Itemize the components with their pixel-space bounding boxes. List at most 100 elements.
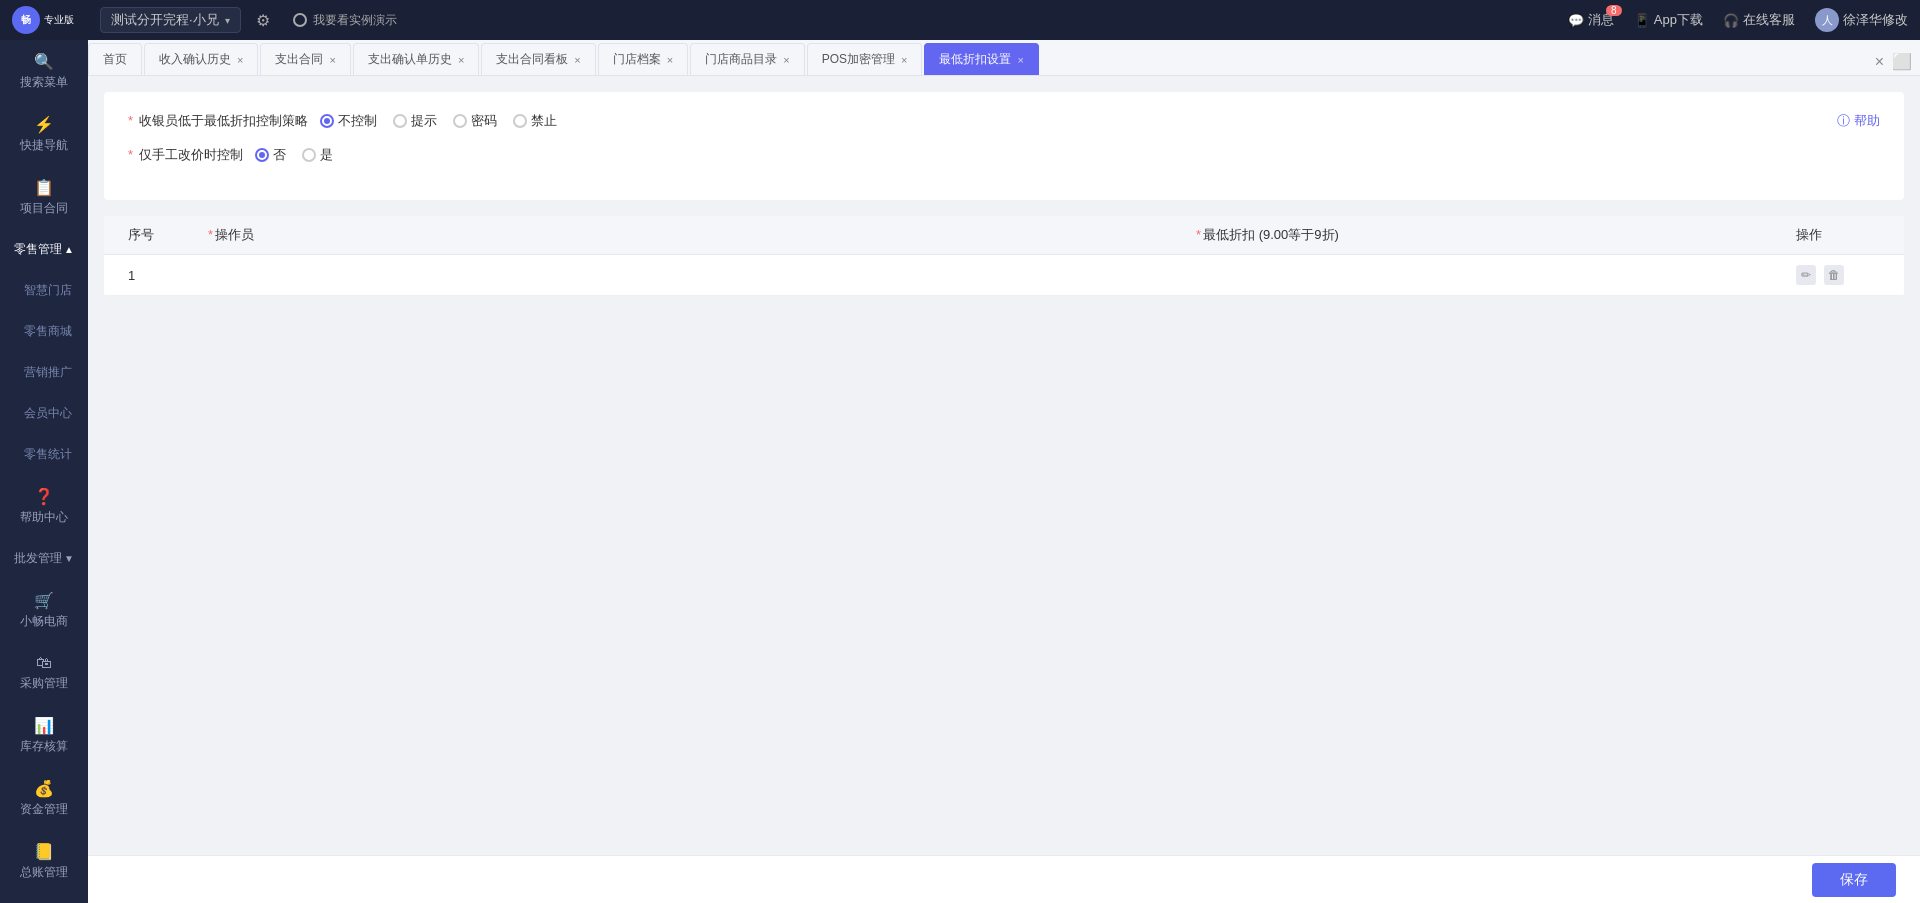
main-layout: 🔍 搜索菜单 ⚡ 快捷导航 📋 项目合同 零售管理 ▲ 智慧门店 零售商城 营销… [0,40,1920,903]
demo-icon [293,13,307,27]
close-icon[interactable]: × [667,54,673,66]
close-icon[interactable]: × [329,54,335,66]
sidebar-item-smart-store[interactable]: 智慧门店 [0,270,88,311]
radio-circle [302,148,316,162]
download-icon: 📱 [1634,13,1650,28]
demo-link[interactable]: 我要看实例演示 [293,12,397,29]
discount-control-label: * 收银员低于最低折扣控制策略 [128,112,308,130]
tab-expense-contract[interactable]: 支出合同 × [260,43,350,75]
cell-operator [200,255,1188,295]
sidebar-item-help[interactable]: ❓ 帮助中心 [0,475,88,538]
tab-min-discount[interactable]: 最低折扣设置 × [924,43,1038,75]
cell-seq: 1 [120,255,200,295]
sidebar-item-retail-stats[interactable]: 零售统计 [0,434,88,475]
radio-no-control[interactable]: 不控制 [320,112,377,130]
header-right: 💬 消息 8 📱 App下载 🎧 在线客服 人 徐泽华修改 [1568,8,1908,32]
radio-no[interactable]: 否 [255,146,286,164]
online-service-button[interactable]: 🎧 在线客服 [1723,11,1795,29]
chevron-down-icon: ▾ [225,15,230,26]
delete-button[interactable]: 🗑 [1824,265,1844,285]
sidebar-item-search[interactable]: 🔍 搜索菜单 [0,40,88,103]
logo-text: 专业版 [44,14,74,26]
close-icon[interactable]: × [901,54,907,66]
message-icon: 💬 [1568,13,1584,28]
inventory-icon: 📊 [34,716,54,735]
close-icon[interactable]: × [783,54,789,66]
radio-yes[interactable]: 是 [302,146,333,164]
tab-expense-board[interactable]: 支出合同看板 × [481,43,595,75]
tab-bar: 首页 收入确认历史 × 支出合同 × 支出确认单历史 × 支出合同看板 × 门店… [88,40,1920,76]
tab-expense-confirm[interactable]: 支出确认单历史 × [353,43,479,75]
manual-control-label: * 仅手工改价时控制 [128,146,243,164]
sidebar-item-wholesale[interactable]: 批发管理 ▼ [0,538,88,579]
required-star: * [208,227,213,242]
sidebar-item-retail[interactable]: 零售管理 ▲ [0,229,88,270]
tab-store-goods[interactable]: 门店商品目录 × [690,43,804,75]
sidebar-item-label: 帮助中心 [20,509,68,526]
edit-button[interactable]: ✏ [1796,265,1816,285]
sidebar-item-label: 会员中心 [24,405,72,422]
radio-circle [320,114,334,128]
messages-button[interactable]: 💬 消息 8 [1568,11,1614,29]
required-star: * [1196,227,1201,242]
cell-discount [1188,255,1788,295]
sidebar-item-finance[interactable]: 💰 资金管理 [0,767,88,830]
required-star: * [128,147,133,162]
user-menu[interactable]: 人 徐泽华修改 [1815,8,1908,32]
table-header: 序号 *操作员 *最低折扣 (9.00等于9折) 操作 [104,216,1904,255]
manual-control-options: 否 是 [255,146,333,164]
col-header-seq: 序号 [120,216,200,254]
sidebar-item-label: 总账管理 [20,864,68,881]
radio-circle [393,114,407,128]
sidebar-item-label: 批发管理 [14,550,62,567]
sidebar-item-label: 资金管理 [20,801,68,818]
radio-password[interactable]: 密码 [453,112,497,130]
col-header-operator: *操作员 [200,216,1188,254]
sidebar-item-purchase[interactable]: 🛍 采购管理 [0,642,88,704]
sidebar-item-invoice[interactable]: 🧾 发票管理 [0,893,88,903]
page-footer: 保存 [88,855,1920,903]
sidebar-item-label: 项目合同 [20,200,68,217]
chevron-up-icon: ▲ [64,244,74,255]
project-selector[interactable]: 测试分开完程·小兄 ▾ [100,7,241,33]
help-circle-icon: ⓘ [1837,112,1850,130]
sidebar-item-retail-mall[interactable]: 零售商城 [0,311,88,352]
close-icon[interactable]: × [458,54,464,66]
sidebar-item-marketing[interactable]: 营销推广 [0,352,88,393]
chevron-down-icon: ▼ [64,553,74,564]
tab-home[interactable]: 首页 [88,43,142,75]
radio-forbid[interactable]: 禁止 [513,112,557,130]
sidebar-item-label: 采购管理 [20,675,68,692]
service-icon: 🎧 [1723,13,1739,28]
close-icon[interactable]: × [237,54,243,66]
sidebar-item-nav[interactable]: ⚡ 快捷导航 [0,103,88,166]
contract-icon: 📋 [34,178,54,197]
settings-button[interactable]: ⚙ [249,6,277,34]
close-tab-button[interactable]: × [1875,53,1884,71]
sidebar-item-ledger[interactable]: 📒 总账管理 [0,830,88,893]
col-header-discount: *最低折扣 (9.00等于9折) [1188,216,1788,254]
app-download-button[interactable]: 📱 App下载 [1634,11,1703,29]
tab-income-history[interactable]: 收入确认历史 × [144,43,258,75]
project-name: 测试分开完程·小兄 [111,11,219,29]
required-star: * [128,113,133,128]
close-icon[interactable]: × [1017,54,1023,66]
radio-tip[interactable]: 提示 [393,112,437,130]
help-button[interactable]: ⓘ 帮助 [1837,112,1880,130]
tab-pos-encrypt[interactable]: POS加密管理 × [807,43,923,75]
tab-label: 首页 [103,51,127,68]
cell-actions: ✏ 🗑 [1788,255,1888,295]
online-service-label: 在线客服 [1743,11,1795,29]
radio-circle [255,148,269,162]
save-button[interactable]: 保存 [1812,863,1896,897]
sidebar-item-label: 零售商城 [24,323,72,340]
tab-store-profile[interactable]: 门店档案 × [598,43,688,75]
sidebar-item-contract[interactable]: 📋 项目合同 [0,166,88,229]
sidebar-item-member[interactable]: 会员中心 [0,393,88,434]
sidebar-item-ecommerce[interactable]: 🛒 小畅电商 [0,579,88,642]
sidebar-item-inventory[interactable]: 📊 库存核算 [0,704,88,767]
demo-link-label: 我要看实例演示 [313,12,397,29]
close-icon[interactable]: × [574,54,580,66]
maximize-tab-button[interactable]: ⬜ [1892,52,1912,71]
finance-icon: 💰 [34,779,54,798]
